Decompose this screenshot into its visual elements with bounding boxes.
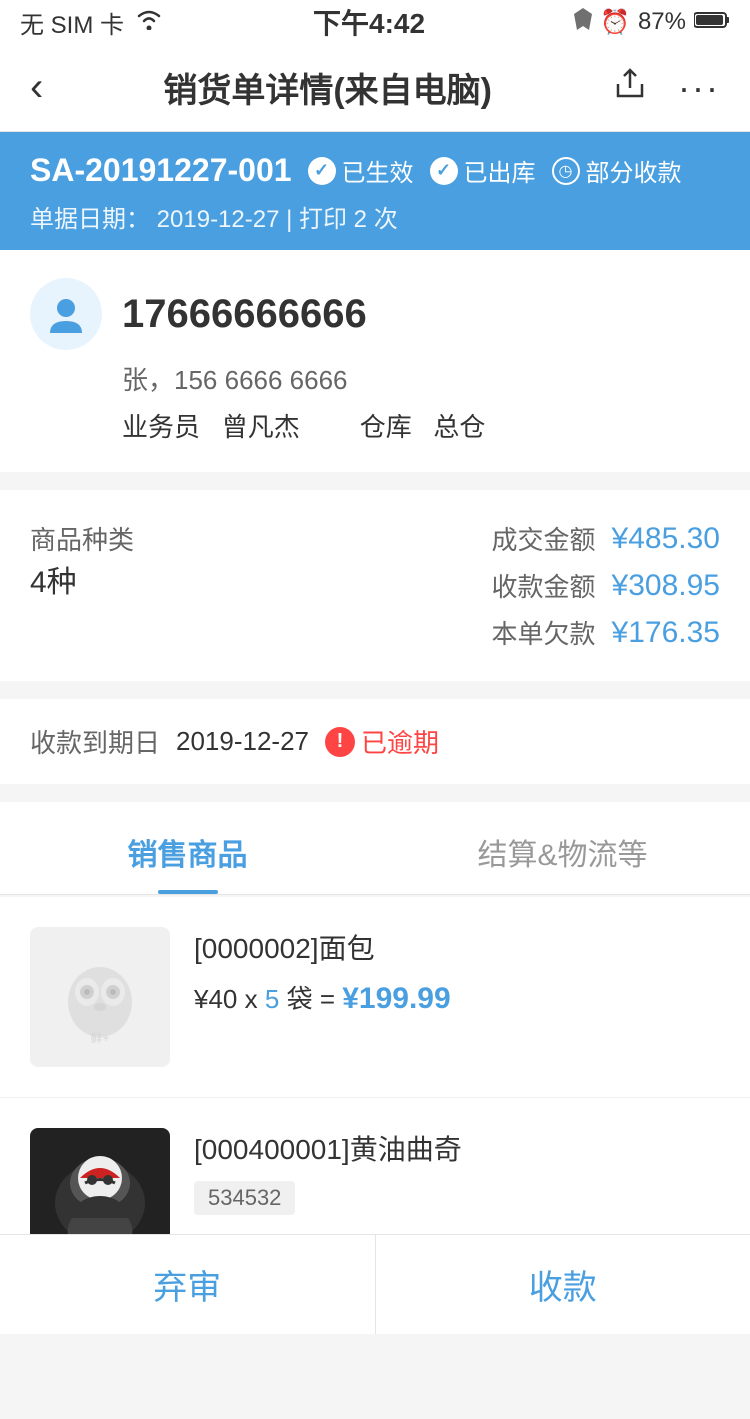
- back-button[interactable]: ‹: [30, 65, 43, 110]
- status-bar-left: 无 SIM 卡: [20, 5, 164, 40]
- product-price-1: ¥40 x 5 袋 = ¥199.99: [194, 979, 720, 1016]
- svg-text:鲜+: 鲜+: [90, 1031, 109, 1045]
- owed-amount-row: 本单欠款 ¥176.35: [492, 614, 720, 651]
- avatar: [30, 278, 102, 350]
- more-icon[interactable]: ···: [678, 67, 720, 109]
- customer-card: 17666666666 张，156 6666 6666 业务员 曾凡杰 仓库 总…: [0, 250, 750, 472]
- alarm-icon: ⏰: [600, 8, 630, 37]
- product-total-1: ¥199.99: [342, 982, 450, 1015]
- tab-underline: [158, 890, 218, 894]
- status-active-label: 已生效: [342, 153, 414, 188]
- nav-bar: ‹ 销货单详情(来自电脑) ···: [0, 44, 750, 132]
- status-bar-right: ⏰ 87%: [574, 8, 730, 37]
- tabs-container: 销售商品 结算&物流等: [0, 802, 750, 895]
- customer-meta: 业务员 曾凡杰 仓库 总仓: [122, 407, 720, 444]
- divider-2: [0, 683, 750, 699]
- status-badge-partial: ◷ 部分收款: [552, 153, 682, 188]
- battery-icon: [694, 8, 730, 36]
- due-date-label: 收款到期日: [30, 723, 160, 760]
- status-bar-time: 下午4:42: [313, 2, 425, 42]
- warehouse-label: 仓库 总仓: [360, 407, 486, 444]
- share-icon[interactable]: [612, 66, 648, 109]
- tab-sales-goods[interactable]: 销售商品: [0, 802, 375, 894]
- summary-right: 成交金额 ¥485.30 收款金额 ¥308.95 本单欠款 ¥176.35: [492, 520, 720, 651]
- received-amount-label: 收款金额: [492, 567, 596, 604]
- owed-amount-value: ¥176.35: [612, 616, 720, 650]
- overdue-icon: !: [325, 727, 355, 757]
- wifi-icon: [134, 8, 164, 37]
- due-date-card: 收款到期日 2019-12-27 ! 已逾期: [0, 699, 750, 784]
- order-id: SA-20191227-001: [30, 152, 292, 189]
- location-icon: [574, 8, 592, 37]
- due-date-value: 2019-12-27: [176, 726, 309, 757]
- summary-left: 商品种类 4种: [30, 520, 134, 601]
- divider-1: [0, 474, 750, 490]
- summary-card: 商品种类 4种 成交金额 ¥485.30 收款金额 ¥308.95 本单欠款 ¥…: [0, 490, 750, 681]
- status-shipped-label: 已出库: [464, 153, 536, 188]
- clock-icon: ◷: [552, 157, 580, 185]
- received-amount-value: ¥308.95: [612, 569, 720, 603]
- status-partial-label: 部分收款: [586, 153, 682, 188]
- divider-3: [0, 786, 750, 802]
- product-sku-2: 534532: [194, 1181, 295, 1215]
- product-info-1: [0000002]面包 ¥40 x 5 袋 = ¥199.99: [194, 927, 720, 1016]
- page-title: 销货单详情(来自电脑): [163, 63, 492, 112]
- deal-amount-label: 成交金额: [492, 520, 596, 557]
- cancel-button[interactable]: 弃审: [0, 1235, 376, 1334]
- product-qty-1: 5: [265, 984, 279, 1014]
- status-badge-active: ✓ 已生效: [308, 153, 414, 188]
- deal-amount-value: ¥485.30: [612, 522, 720, 556]
- received-amount-row: 收款金额 ¥308.95: [492, 567, 720, 604]
- product-name-1: [0000002]面包: [194, 927, 720, 967]
- sim-status: 无 SIM 卡: [20, 5, 124, 40]
- sales-person-label: 业务员 曾凡杰: [122, 407, 300, 444]
- bottom-bar: 弃审 收款: [0, 1234, 750, 1334]
- nav-actions: ···: [612, 66, 720, 109]
- customer-name: 张，156 6666 6666: [122, 360, 720, 397]
- category-label: 商品种类: [30, 520, 134, 557]
- category-value: 4种: [30, 557, 134, 601]
- overdue-badge: ! 已逾期: [325, 723, 439, 760]
- overdue-text: 已逾期: [361, 723, 439, 760]
- product-item: 鲜+ [0000002]面包 ¥40 x 5 袋 = ¥199.99: [0, 897, 750, 1098]
- status-badge-shipped: ✓ 已出库: [430, 153, 536, 188]
- customer-phone: 17666666666: [122, 292, 367, 337]
- order-header: SA-20191227-001 ✓ 已生效 ✓ 已出库 ◷ 部分收款 单据日期：…: [0, 132, 750, 250]
- check-icon-active: ✓: [308, 157, 336, 185]
- battery-level: 87%: [638, 8, 686, 36]
- product-name-2: [000400001]黄油曲奇: [194, 1128, 720, 1168]
- deal-amount-row: 成交金额 ¥485.30: [492, 520, 720, 557]
- order-date: 单据日期： 2019-12-27 | 打印 2 次: [30, 199, 720, 234]
- status-bar: 无 SIM 卡 下午4:42 ⏰ 87%: [0, 0, 750, 44]
- confirm-button[interactable]: 收款: [376, 1235, 750, 1334]
- tab-settlement[interactable]: 结算&物流等: [375, 802, 750, 894]
- owed-amount-label: 本单欠款: [492, 614, 596, 651]
- product-image-1: 鲜+: [30, 927, 170, 1067]
- check-icon-shipped: ✓: [430, 157, 458, 185]
